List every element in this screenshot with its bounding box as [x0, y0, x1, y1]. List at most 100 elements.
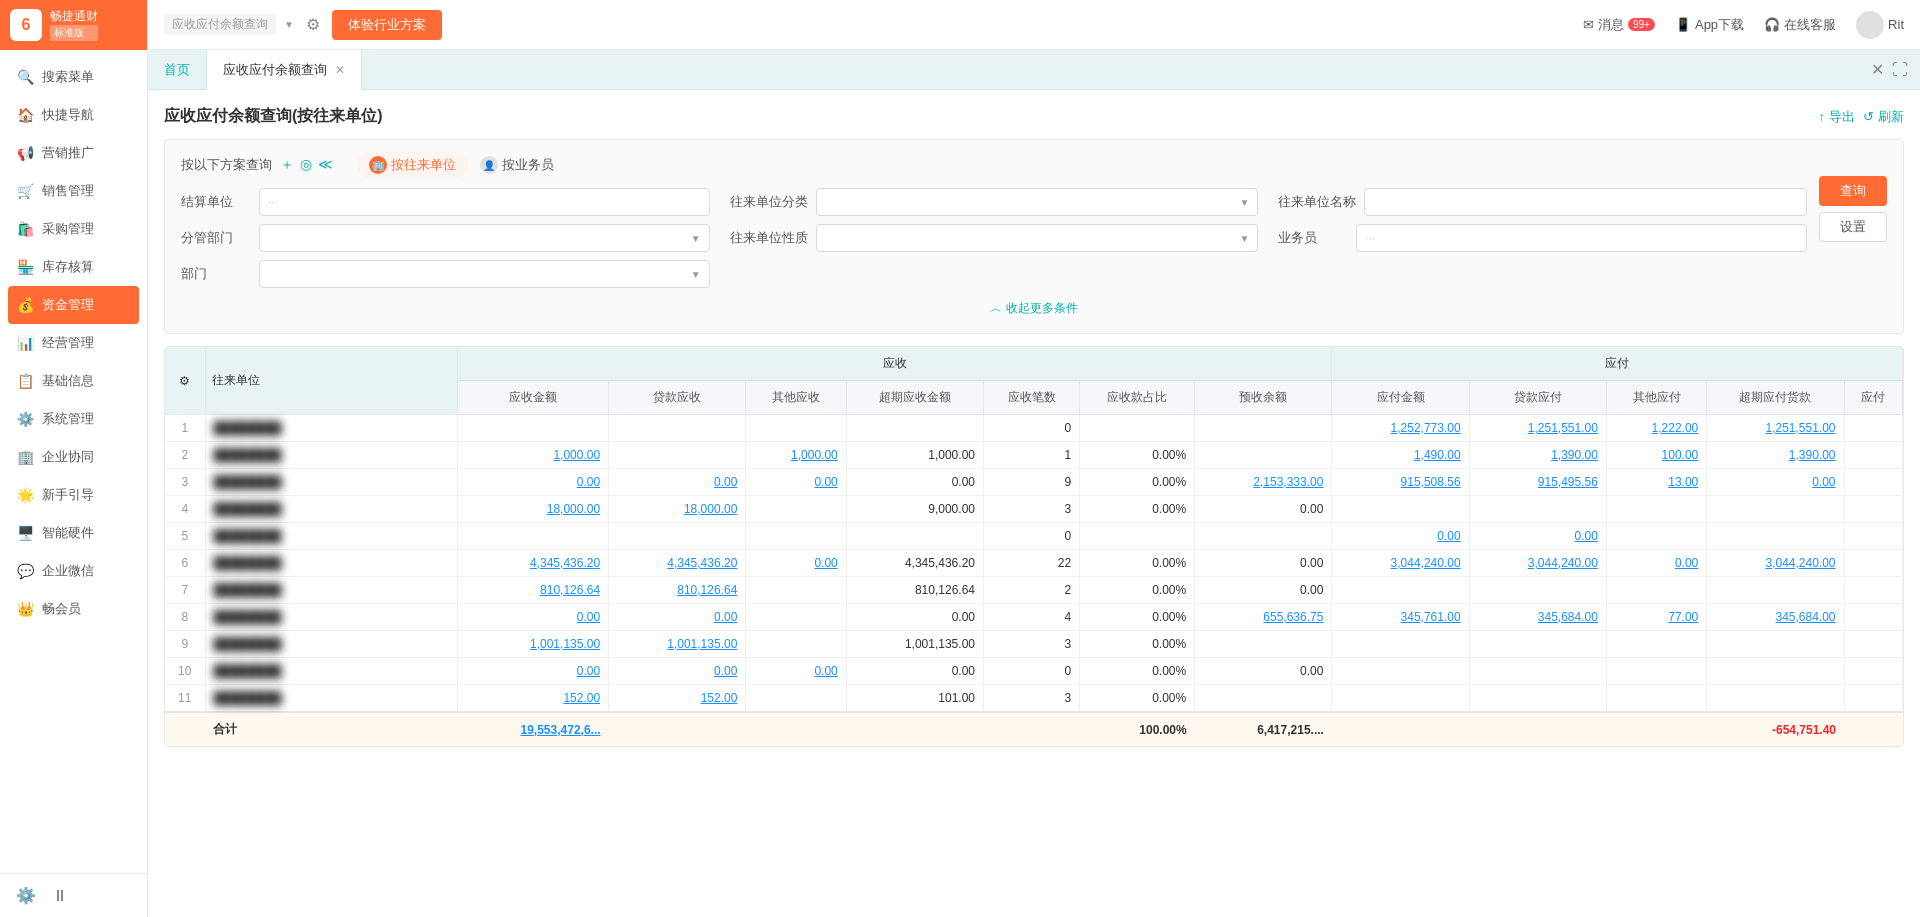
nav-by-partner[interactable]: 🏢 按往来单位 [357, 152, 468, 178]
sidebar-item-search[interactable]: 🔍 搜索菜单 [0, 58, 147, 96]
row-ap-loan[interactable] [1469, 685, 1606, 713]
user-profile[interactable]: Rit [1856, 11, 1904, 39]
nav-by-salesman[interactable]: 👤 按业务员 [468, 152, 566, 178]
sidebar-item-hardware[interactable]: 🖥️ 智能硬件 [0, 514, 147, 552]
row-ap-loan[interactable]: 3,044,240.00 [1469, 550, 1606, 577]
tab-expand-icon[interactable]: ⛶ [1892, 61, 1908, 79]
row-ar-other[interactable]: 0.00 [746, 469, 846, 496]
row-ar-prepaid[interactable]: 2,153,333.00 [1195, 469, 1332, 496]
row-ap-loan[interactable]: 1,390.00 [1469, 442, 1606, 469]
dept-input[interactable]: ▼ [259, 224, 710, 252]
row-ar-amount[interactable]: 1,000.00 [457, 442, 608, 469]
row-ar-loan[interactable] [609, 523, 746, 550]
target-icon[interactable]: ◎ [300, 156, 312, 174]
table-scroll[interactable]: ⚙ 往来单位 应收 应付 应收金额 贷款应收 其他应收 超期应收金额 [165, 347, 1903, 746]
row-ar-amount[interactable]: 152.00 [457, 685, 608, 713]
row-ar-loan[interactable]: 810,126.64 [609, 577, 746, 604]
tab-home[interactable]: 首页 [148, 50, 207, 90]
sidebar-item-basic-info[interactable]: 📋 基础信息 [0, 362, 147, 400]
row-ap-overdue[interactable]: 1,251,551.00 [1707, 415, 1844, 442]
row-ap-overdue[interactable]: 345,684.00 [1707, 604, 1844, 631]
sidebar-collapse-icon[interactable]: ⏸ [52, 887, 68, 905]
row-ap-other[interactable]: 13.00 [1606, 469, 1706, 496]
row-ar-other[interactable] [746, 496, 846, 523]
row-ap-other[interactable]: 100.00 [1606, 442, 1706, 469]
arrows-icon[interactable]: ≪ [318, 156, 333, 174]
row-ar-amount[interactable]: 810,126.64 [457, 577, 608, 604]
partner-name-input[interactable] [1364, 188, 1807, 216]
row-ar-other[interactable] [746, 523, 846, 550]
row-ap-other[interactable]: 77.00 [1606, 604, 1706, 631]
row-ap-overdue[interactable] [1707, 523, 1844, 550]
row-ar-other[interactable] [746, 685, 846, 713]
row-ar-amount[interactable]: 0.00 [457, 604, 608, 631]
row-ap-overdue[interactable]: 1,390.00 [1707, 442, 1844, 469]
sidebar-item-guide[interactable]: 🌟 新手引导 [0, 476, 147, 514]
row-ap-loan[interactable] [1469, 496, 1606, 523]
collapse-btn[interactable]: ︿ 收起更多条件 [990, 300, 1078, 317]
customer-service-action[interactable]: 🎧 在线客服 [1764, 16, 1836, 34]
row-ap-amount[interactable] [1332, 658, 1469, 685]
row-ap-amount[interactable] [1332, 496, 1469, 523]
tab-close-icon[interactable]: ✕ [335, 63, 345, 77]
tab-minimize-icon[interactable]: ✕ [1871, 60, 1884, 79]
message-action[interactable]: ✉ 消息 99+ [1583, 16, 1655, 34]
settlement-input[interactable]: ··· [259, 188, 710, 216]
row-ar-loan[interactable] [609, 415, 746, 442]
row-ap-other[interactable] [1606, 685, 1706, 713]
row-ap-overdue[interactable] [1707, 577, 1844, 604]
row-ar-other[interactable]: 0.00 [746, 658, 846, 685]
row-ar-loan[interactable]: 4,345,436.20 [609, 550, 746, 577]
row-ar-loan[interactable]: 0.00 [609, 604, 746, 631]
row-ap-other[interactable]: 1,222.00 [1606, 415, 1706, 442]
sidebar-item-system[interactable]: ⚙️ 系统管理 [0, 400, 147, 438]
row-ar-amount[interactable]: 1,001,135.00 [457, 631, 608, 658]
partner-nature-input[interactable]: ▼ [816, 224, 1259, 252]
row-ap-overdue[interactable] [1707, 658, 1844, 685]
row-ap-amount[interactable]: 0.00 [1332, 523, 1469, 550]
partner-category-input[interactable]: ▼ [816, 188, 1259, 216]
row-ar-other[interactable] [746, 604, 846, 631]
row-ap-amount[interactable]: 345,761.00 [1332, 604, 1469, 631]
setting-button[interactable]: 设置 [1819, 212, 1887, 242]
row-ap-overdue[interactable] [1707, 685, 1844, 713]
industry-btn[interactable]: 体验行业方案 [332, 10, 442, 40]
sidebar-item-inventory[interactable]: 🏪 库存核算 [0, 248, 147, 286]
sidebar-item-sales[interactable]: 🛒 销售管理 [0, 172, 147, 210]
row-ar-loan[interactable]: 18,000.00 [609, 496, 746, 523]
row-ar-amount[interactable]: 4,345,436.20 [457, 550, 608, 577]
row-ar-amount[interactable]: 0.00 [457, 469, 608, 496]
row-ap-loan[interactable]: 0.00 [1469, 523, 1606, 550]
row-ap-other[interactable] [1606, 631, 1706, 658]
sidebar-item-marketing[interactable]: 📢 营销推广 [0, 134, 147, 172]
row-ar-loan[interactable] [609, 442, 746, 469]
row-ap-amount[interactable]: 3,044,240.00 [1332, 550, 1469, 577]
header-gear-icon[interactable]: ⚙ [306, 15, 320, 34]
row-ap-other[interactable] [1606, 577, 1706, 604]
salesman-input[interactable]: ··· [1356, 224, 1807, 252]
row-ap-amount[interactable] [1332, 577, 1469, 604]
row-ap-amount[interactable] [1332, 685, 1469, 713]
row-ar-prepaid[interactable]: 655,636.75 [1195, 604, 1332, 631]
row-ap-loan[interactable] [1469, 631, 1606, 658]
row-ap-loan[interactable] [1469, 577, 1606, 604]
sidebar-item-enterprise[interactable]: 🏢 企业协同 [0, 438, 147, 476]
sidebar-item-member[interactable]: 👑 畅会员 [0, 590, 147, 628]
row-ar-other[interactable]: 1,000.00 [746, 442, 846, 469]
app-download-action[interactable]: 📱 App下载 [1675, 16, 1744, 34]
row-ar-amount[interactable] [457, 523, 608, 550]
export-btn[interactable]: ↑ 导出 [1819, 108, 1856, 126]
row-ap-loan[interactable] [1469, 658, 1606, 685]
row-ar-other[interactable]: 0.00 [746, 550, 846, 577]
sidebar-item-purchase[interactable]: 🛍️ 采购管理 [0, 210, 147, 248]
row-ap-loan[interactable]: 915,495.56 [1469, 469, 1606, 496]
row-ap-other[interactable] [1606, 496, 1706, 523]
row-ar-loan[interactable]: 0.00 [609, 658, 746, 685]
refresh-btn[interactable]: ↺ 刷新 [1863, 108, 1904, 126]
row-ar-amount[interactable] [457, 415, 608, 442]
row-ap-other[interactable] [1606, 523, 1706, 550]
row-ap-other[interactable]: 0.00 [1606, 550, 1706, 577]
row-ap-amount[interactable]: 1,252,773.00 [1332, 415, 1469, 442]
row-ar-amount[interactable]: 0.00 [457, 658, 608, 685]
row-ap-loan[interactable]: 345,684.00 [1469, 604, 1606, 631]
